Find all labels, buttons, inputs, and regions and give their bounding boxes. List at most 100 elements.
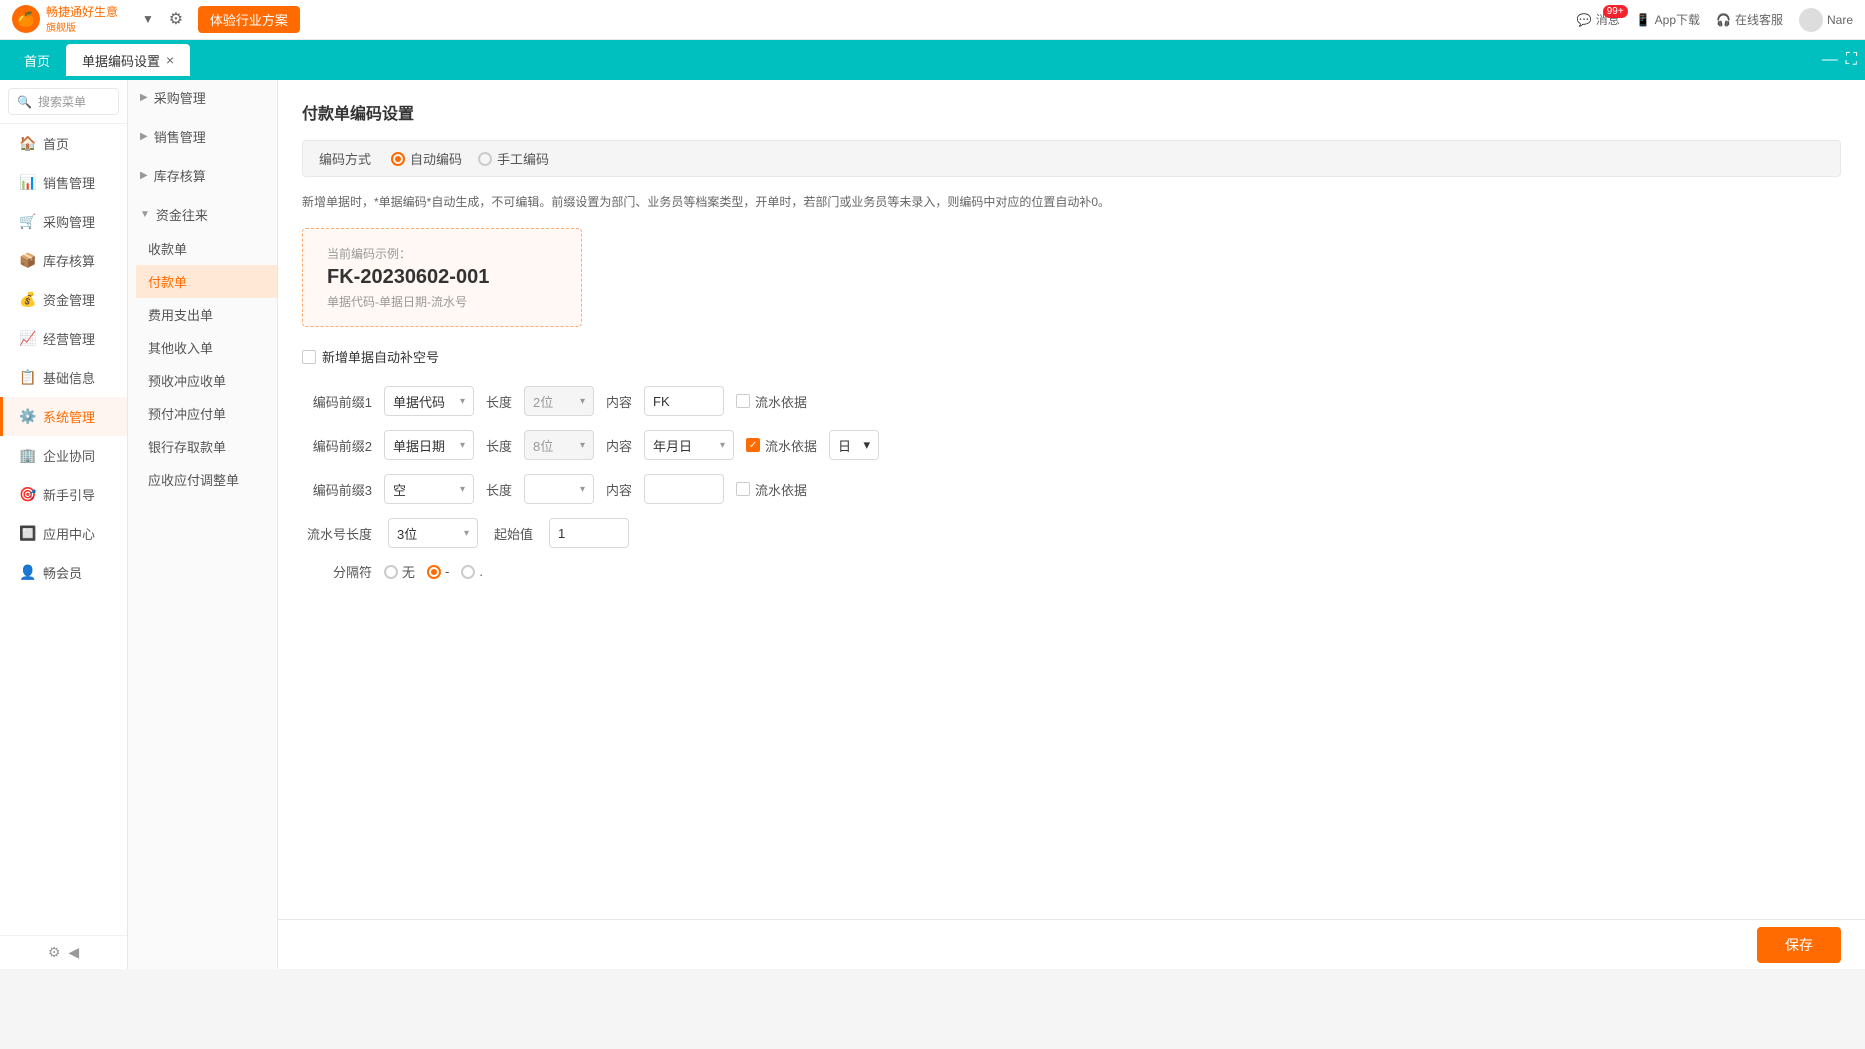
settings-gear-btn[interactable]: ⚙	[162, 5, 190, 33]
prefix3-content-input[interactable]	[644, 474, 724, 504]
prefix2-select[interactable]: 单据日期 ▾	[384, 430, 474, 460]
prefix1-length-select[interactable]: 2位 ▾	[524, 386, 594, 416]
sidebar-search-btn[interactable]: 🔍 搜索菜单	[8, 88, 119, 115]
sidebar-item-inventory[interactable]: 📦 库存核算	[0, 241, 127, 280]
system-icon: ⚙️	[19, 408, 35, 425]
tab-home[interactable]: 首页	[8, 44, 66, 76]
app-download-icon: 📱	[1636, 13, 1651, 27]
prefix2-day-select[interactable]: 日 ▾	[829, 430, 879, 460]
top-header: 🍊 畅捷通好生意 旗舰版 ▼ ⚙ 体验行业方案 💬 消息 99+ 📱 App下载…	[0, 0, 1865, 40]
sidebar-item-operations[interactable]: 📈 经营管理	[0, 319, 127, 358]
auto-code-radio[interactable]: 自动编码	[391, 149, 462, 168]
prefix2-day-arrow-icon: ▾	[864, 437, 871, 453]
sub-group-purchase: ▶ 采购管理	[128, 80, 277, 115]
sidebar-item-basic[interactable]: 📋 基础信息	[0, 358, 127, 397]
prefix2-arrow-icon: ▾	[460, 440, 465, 451]
serial-length-select[interactable]: 3位 ▾	[388, 518, 478, 548]
sub-group-inventory-header[interactable]: ▶ 库存核算	[128, 158, 277, 193]
prefix1-content-value: FK	[653, 394, 670, 409]
sidebar-search-area: 🔍 搜索菜单	[0, 80, 127, 124]
sep-dash-label: -	[445, 564, 449, 579]
sub-nav-bank[interactable]: 银行存取款单	[136, 430, 277, 463]
sidebar: 🔍 搜索菜单 🏠 首页 📊 销售管理 🛒 采购管理 📦 库存核算 💰	[0, 80, 128, 969]
sub-nav-payment[interactable]: 付款单	[136, 265, 277, 298]
prefix3-stream-check[interactable]: 流水依据	[736, 480, 807, 499]
prefix1-length-label: 长度	[486, 392, 512, 411]
guide-icon: 🎯	[19, 486, 35, 503]
sidebar-settings-btn[interactable]: ⚙	[48, 944, 61, 961]
member-icon: 👤	[19, 564, 35, 581]
serial-length-value: 3位	[397, 524, 417, 543]
sub-nav-other-income[interactable]: 其他收入单	[136, 331, 277, 364]
tab-minimize-btn[interactable]: —	[1822, 51, 1838, 69]
sub-sidebar: ▶ 采购管理 ▶ 销售管理 ▶ 库存核算 ▼ 资金往来 收款单 付款单	[128, 80, 278, 969]
encoding-radio-group: 自动编码 手工编码	[391, 149, 549, 168]
online-service-icon: 🎧	[1716, 13, 1731, 27]
prefix2-content-label: 内容	[606, 436, 632, 455]
prefix2-row: 编码前缀2 单据日期 ▾ 长度 8位 ▾ 内容 年月日 ▾ ✓ 流水依据 日 ▾	[302, 430, 1841, 460]
prefix1-stream-label: 流水依据	[755, 392, 807, 411]
sub-group-capital-items: 收款单 付款单 费用支出单 其他收入单 预收冲应收单 预付冲应付单 银行存取款单…	[128, 232, 277, 496]
tab-encoding-label: 单据编码设置	[82, 51, 160, 70]
sub-nav-prepay-payable[interactable]: 预付冲应付单	[136, 397, 277, 430]
message-icon: 💬	[1577, 13, 1592, 27]
sep-dash-radio[interactable]: -	[427, 564, 449, 579]
sub-group-inventory: ▶ 库存核算	[128, 158, 277, 193]
sub-group-capital-label: 资金往来	[156, 205, 208, 224]
sub-group-capital-header[interactable]: ▼ 资金往来	[128, 197, 277, 232]
sidebar-item-system[interactable]: ⚙️ 系统管理	[0, 397, 127, 436]
serial-row: 流水号长度 3位 ▾ 起始值 1	[302, 518, 1841, 548]
prefix3-label: 编码前缀3	[302, 480, 372, 499]
sidebar-item-sales[interactable]: 📊 销售管理	[0, 163, 127, 202]
prefix3-row: 编码前缀3 空 ▾ 长度 ▾ 内容 流水依据	[302, 474, 1841, 504]
sidebar-item-apps[interactable]: 🔲 应用中心	[0, 514, 127, 553]
sidebar-item-purchase[interactable]: 🛒 采购管理	[0, 202, 127, 241]
prefix3-length-select[interactable]: ▾	[524, 474, 594, 504]
prefix2-stream-check[interactable]: ✓ 流水依据	[746, 436, 817, 455]
prefix1-stream-check[interactable]: 流水依据	[736, 392, 807, 411]
prefix2-length-label: 长度	[486, 436, 512, 455]
sidebar-item-enterprise[interactable]: 🏢 企业协同	[0, 436, 127, 475]
tab-encoding-settings[interactable]: 单据编码设置 ×	[66, 44, 190, 76]
message-item[interactable]: 💬 消息 99+	[1577, 11, 1620, 28]
inventory-icon: 📦	[19, 252, 35, 269]
sidebar-item-home[interactable]: 🏠 首页	[0, 124, 127, 163]
sub-nav-receipt[interactable]: 收款单	[136, 232, 277, 265]
sep-dash-radio-circle	[427, 565, 441, 579]
prefix3-length-label: 长度	[486, 480, 512, 499]
sub-nav-prepay-receivable[interactable]: 预收冲应收单	[136, 364, 277, 397]
sidebar-item-guide[interactable]: 🎯 新手引导	[0, 475, 127, 514]
basic-icon: 📋	[19, 369, 35, 386]
start-value-input[interactable]: 1	[549, 518, 629, 548]
sidebar-label-enterprise: 企业协同	[43, 446, 95, 465]
prefix3-select[interactable]: 空 ▾	[384, 474, 474, 504]
sub-nav-adjust[interactable]: 应收应付调整单	[136, 463, 277, 496]
sidebar-collapse-btn[interactable]: ◀	[68, 944, 79, 961]
sep-dot-radio[interactable]: .	[461, 564, 483, 579]
nav-dropdown-btn[interactable]: ▼	[142, 12, 154, 26]
header-right: 💬 消息 99+ 📱 App下载 🎧 在线客服 Nare	[1577, 8, 1853, 32]
online-service-label: 在线客服	[1735, 11, 1783, 28]
tab-close-btn[interactable]: ×	[166, 52, 174, 68]
sub-group-purchase-header[interactable]: ▶ 采购管理	[128, 80, 277, 115]
prefix1-content-input[interactable]: FK	[644, 386, 724, 416]
user-profile-item[interactable]: Nare	[1799, 8, 1853, 32]
sep-none-radio[interactable]: 无	[384, 562, 415, 581]
sub-nav-expense[interactable]: 费用支出单	[136, 298, 277, 331]
sidebar-item-member[interactable]: 👤 畅会员	[0, 553, 127, 592]
prefix1-select-value: 单据代码	[393, 392, 445, 411]
sidebar-label-apps: 应用中心	[43, 524, 95, 543]
trial-btn[interactable]: 体验行业方案	[198, 6, 300, 33]
sidebar-item-finance[interactable]: 💰 资金管理	[0, 280, 127, 319]
manual-code-label: 手工编码	[497, 149, 549, 168]
prefix1-select[interactable]: 单据代码 ▾	[384, 386, 474, 416]
sub-group-sales-header[interactable]: ▶ 销售管理	[128, 119, 277, 154]
prefix2-content-select[interactable]: 年月日 ▾	[644, 430, 734, 460]
online-service-item[interactable]: 🎧 在线客服	[1716, 11, 1783, 28]
prefix2-length-select[interactable]: 8位 ▾	[524, 430, 594, 460]
manual-code-radio[interactable]: 手工编码	[478, 149, 549, 168]
save-button[interactable]: 保存	[1757, 927, 1841, 963]
auto-fill-checkbox[interactable]	[302, 350, 316, 364]
app-download-item[interactable]: 📱 App下载	[1636, 11, 1700, 28]
tab-maximize-btn[interactable]: ⛶	[1846, 51, 1857, 69]
